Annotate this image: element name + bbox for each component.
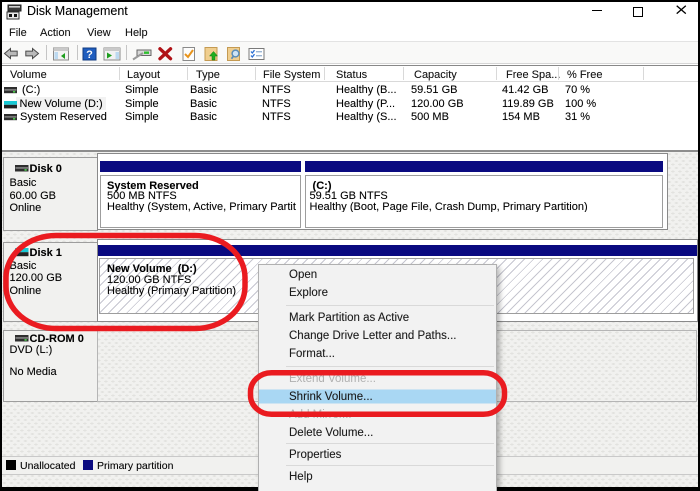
svg-text:?: ? [86,49,93,61]
